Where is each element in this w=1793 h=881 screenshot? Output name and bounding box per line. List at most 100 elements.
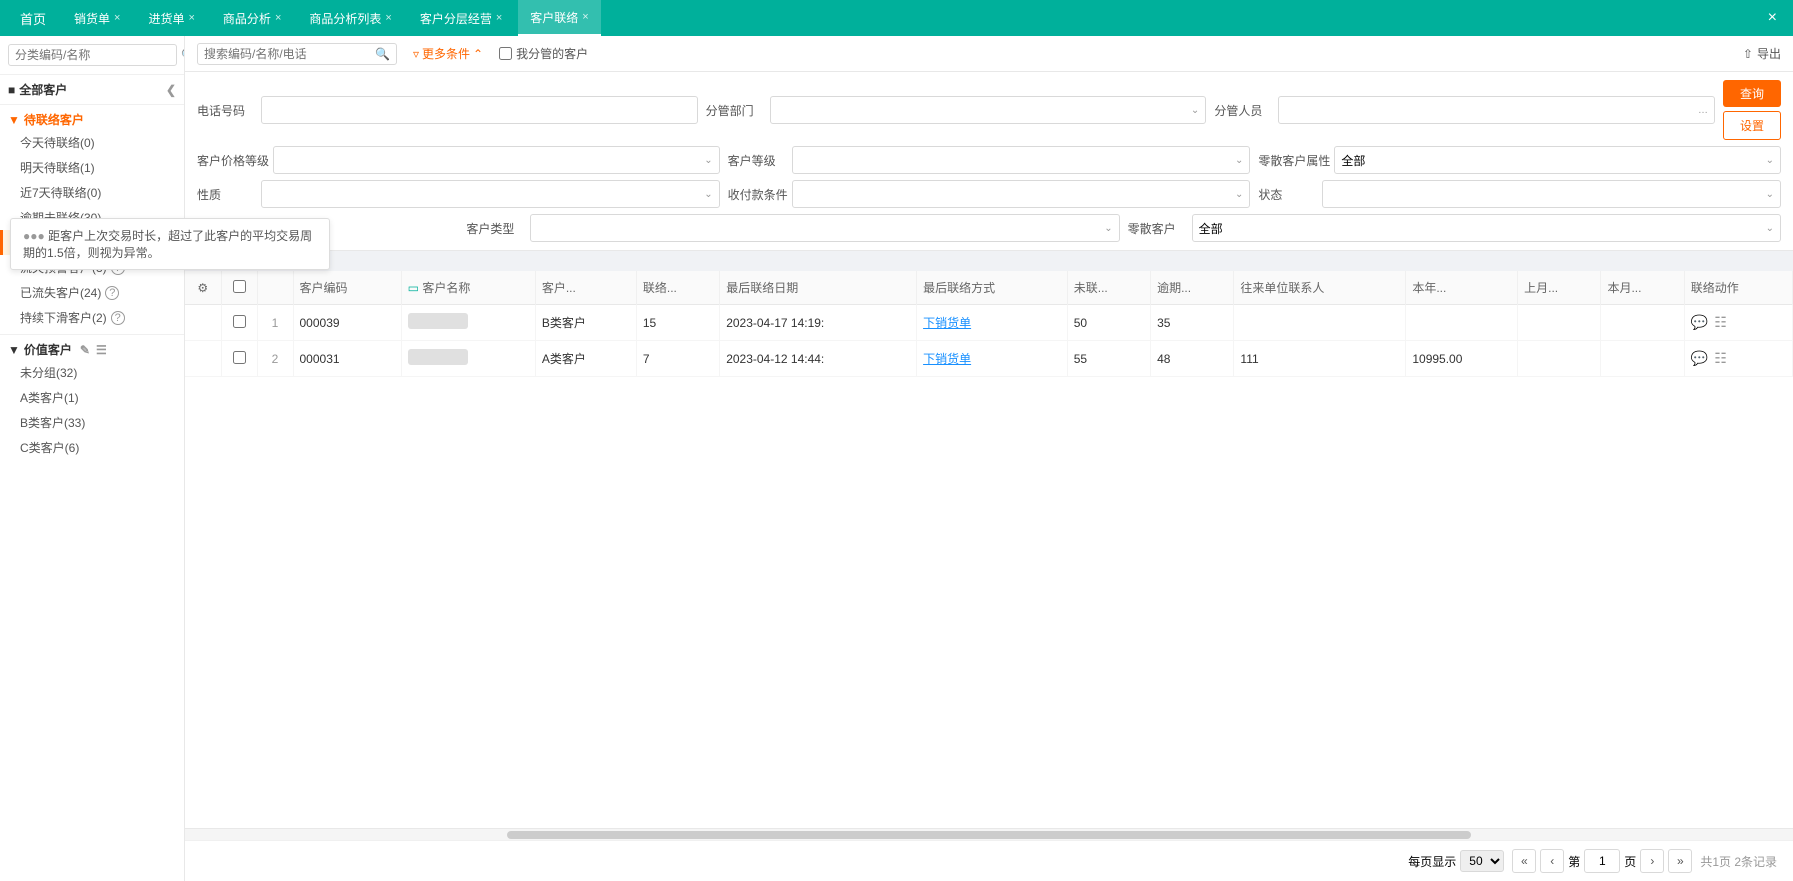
config-icon[interactable]: ☰ [96,343,107,357]
gender-label: 性质 [197,186,257,203]
customer-type-select[interactable]: ⌄ [530,214,1119,242]
col-unit-contact-header[interactable]: 往来单位联系人 [1234,271,1406,305]
col-code-header[interactable]: 客户编码 [293,271,401,305]
col-unreached-header[interactable]: 未联... [1067,271,1150,305]
window-close-button[interactable]: × [1760,9,1785,27]
nav-purchase-order-close[interactable]: × [188,12,194,24]
nav-home[interactable]: 首页 [8,0,58,36]
scrollbar-thumb[interactable] [507,831,1472,839]
nav-customer-contact-close[interactable]: × [582,11,588,23]
nav-purchase-order[interactable]: 进货单 × [136,0,206,36]
sidebar-collapse-icon[interactable]: ❮ [166,83,176,97]
row1-checkbox[interactable] [233,315,246,328]
retail-select[interactable]: 全部 ⌄ [1192,214,1781,242]
sidebar-item-today[interactable]: 今天待联络(0) [0,130,184,155]
export-button[interactable]: ⇧ 导出 [1743,45,1781,62]
advanced-filter: 电话号码 分管部门 ⌄ 分管人员 … [185,72,1793,251]
prev-page-button[interactable]: ‹ [1540,849,1564,873]
sidebar-value-title[interactable]: ▼ 价值客户 ✎ ☰ [0,335,184,360]
col-check-header[interactable] [221,271,257,305]
row1-overdue: 35 [1151,305,1234,341]
col-overdue-header[interactable]: 逾期... [1151,271,1234,305]
nav-product-analysis[interactable]: 商品分析 × [211,0,293,36]
my-customers-checkbox[interactable] [499,47,512,60]
sidebar-value-group: ▼ 价值客户 ✎ ☰ 未分组(32) A类客户(1) B类客户(33) C类客户… [0,334,184,460]
first-page-button[interactable]: « [1512,849,1536,873]
nav-sales-order-close[interactable]: × [114,12,120,24]
row2-code: 000031 [293,341,401,377]
row1-num: 1 [257,305,293,341]
col-category-header[interactable]: 客户... [535,271,636,305]
row2-last-month [1518,341,1601,377]
dept-select[interactable]: ⌄ [770,96,1207,124]
nav-customer-contact[interactable]: 客户联络 × [518,0,600,36]
status-select[interactable]: ⌄ [1322,180,1781,208]
phone-input[interactable] [261,96,698,124]
edit-icon[interactable]: ✎ [80,343,90,357]
nav-customer-tiered-close[interactable]: × [496,12,502,24]
col-last-month-header[interactable]: 上月... [1518,271,1601,305]
col-this-year-header[interactable]: 本年... [1406,271,1518,305]
nav-product-analysis-list-close[interactable]: × [385,12,391,24]
sidebar-item-tomorrow[interactable]: 明天待联络(1) [0,155,184,180]
row1-unreached: 50 [1067,305,1150,341]
row1-message-icon[interactable]: 💬 [1691,314,1708,331]
retail-attr-select[interactable]: 全部 ⌄ [1334,146,1781,174]
horizontal-scrollbar[interactable] [185,828,1793,840]
row1-this-year [1406,305,1518,341]
col-action-header[interactable]: 联络动作 [1684,271,1792,305]
gender-select[interactable]: ⌄ [261,180,720,208]
row1-check[interactable] [221,305,257,341]
col-last-method-header[interactable]: 最后联络方式 [917,271,1068,305]
payment-select[interactable]: ⌄ [792,180,1251,208]
row2-message-icon[interactable]: 💬 [1691,350,1708,367]
sidebar-item-declining[interactable]: 持续下滑客户(2) ? [0,305,184,330]
sidebar-item-c-class[interactable]: C类客户(6) [0,435,184,460]
row2-method-link[interactable]: 下销货单 [923,352,971,366]
payment-label: 收付款条件 [728,186,788,203]
more-conditions-button[interactable]: ▿ 更多条件 ⌃ [405,42,491,65]
settings-button[interactable]: 设置 [1723,111,1781,140]
customer-level-select[interactable]: ⌄ [792,146,1251,174]
col-name-header[interactable]: ▭ 客户名称 [401,271,535,305]
masked-name-1 [408,313,468,329]
row2-check[interactable] [221,341,257,377]
next-page-button[interactable]: › [1640,849,1664,873]
col-this-month-header[interactable]: 本月... [1601,271,1684,305]
table-area: ⚙ 客户编码 ▭ 客户名称 客户... [185,271,1793,828]
col-contact-header[interactable]: 联络... [636,271,719,305]
page-number-input[interactable] [1584,849,1620,873]
page-size-select[interactable]: 50 [1460,850,1504,872]
sidebar-item-7days[interactable]: 近7天待联络(0) [0,180,184,205]
col-settings-header[interactable]: ⚙ [185,271,221,305]
sidebar-item-b-class[interactable]: B类客户(33) [0,410,184,435]
nav-product-analysis-list[interactable]: 商品分析列表 × [297,0,403,36]
row1-method-link[interactable]: 下销货单 [923,316,971,330]
row1-qr-icon[interactable]: ☷ [1714,314,1727,331]
row2-qr-icon[interactable]: ☷ [1714,350,1727,367]
row2-last-method[interactable]: 下销货单 [917,341,1068,377]
nav-product-analysis-close[interactable]: × [275,12,281,24]
nav-sales-order[interactable]: 销货单 × [62,0,132,36]
nav-customer-tiered[interactable]: 客户分层经营 × [408,0,514,36]
col-num-header [257,271,293,305]
sidebar-item-ungrouped[interactable]: 未分组(32) [0,360,184,385]
search-icon[interactable]: 🔍 [375,47,390,61]
sidebar-item-a-class[interactable]: A类客户(1) [0,385,184,410]
row2-checkbox[interactable] [233,351,246,364]
row2-last-date: 2023-04-12 14:44: [720,341,917,377]
row1-last-method[interactable]: 下销货单 [917,305,1068,341]
sidebar-search-input[interactable] [8,44,177,66]
row2-num: 2 [257,341,293,377]
search-input[interactable] [204,47,371,61]
last-page-button[interactable]: » [1668,849,1692,873]
price-level-select[interactable]: ⌄ [273,146,720,174]
manager-select[interactable]: … [1278,96,1715,124]
query-button[interactable]: 查询 [1723,80,1781,107]
status-label: 状态 [1258,186,1318,203]
sidebar-all-customers[interactable]: ■ 全部客户 ❮ [0,75,184,105]
select-all-checkbox[interactable] [233,280,246,293]
col-last-date-header[interactable]: 最后联络日期 [720,271,917,305]
manager-label: 分管人员 [1214,102,1274,119]
sidebar-item-churned[interactable]: 已流失客户(24) ? [0,280,184,305]
